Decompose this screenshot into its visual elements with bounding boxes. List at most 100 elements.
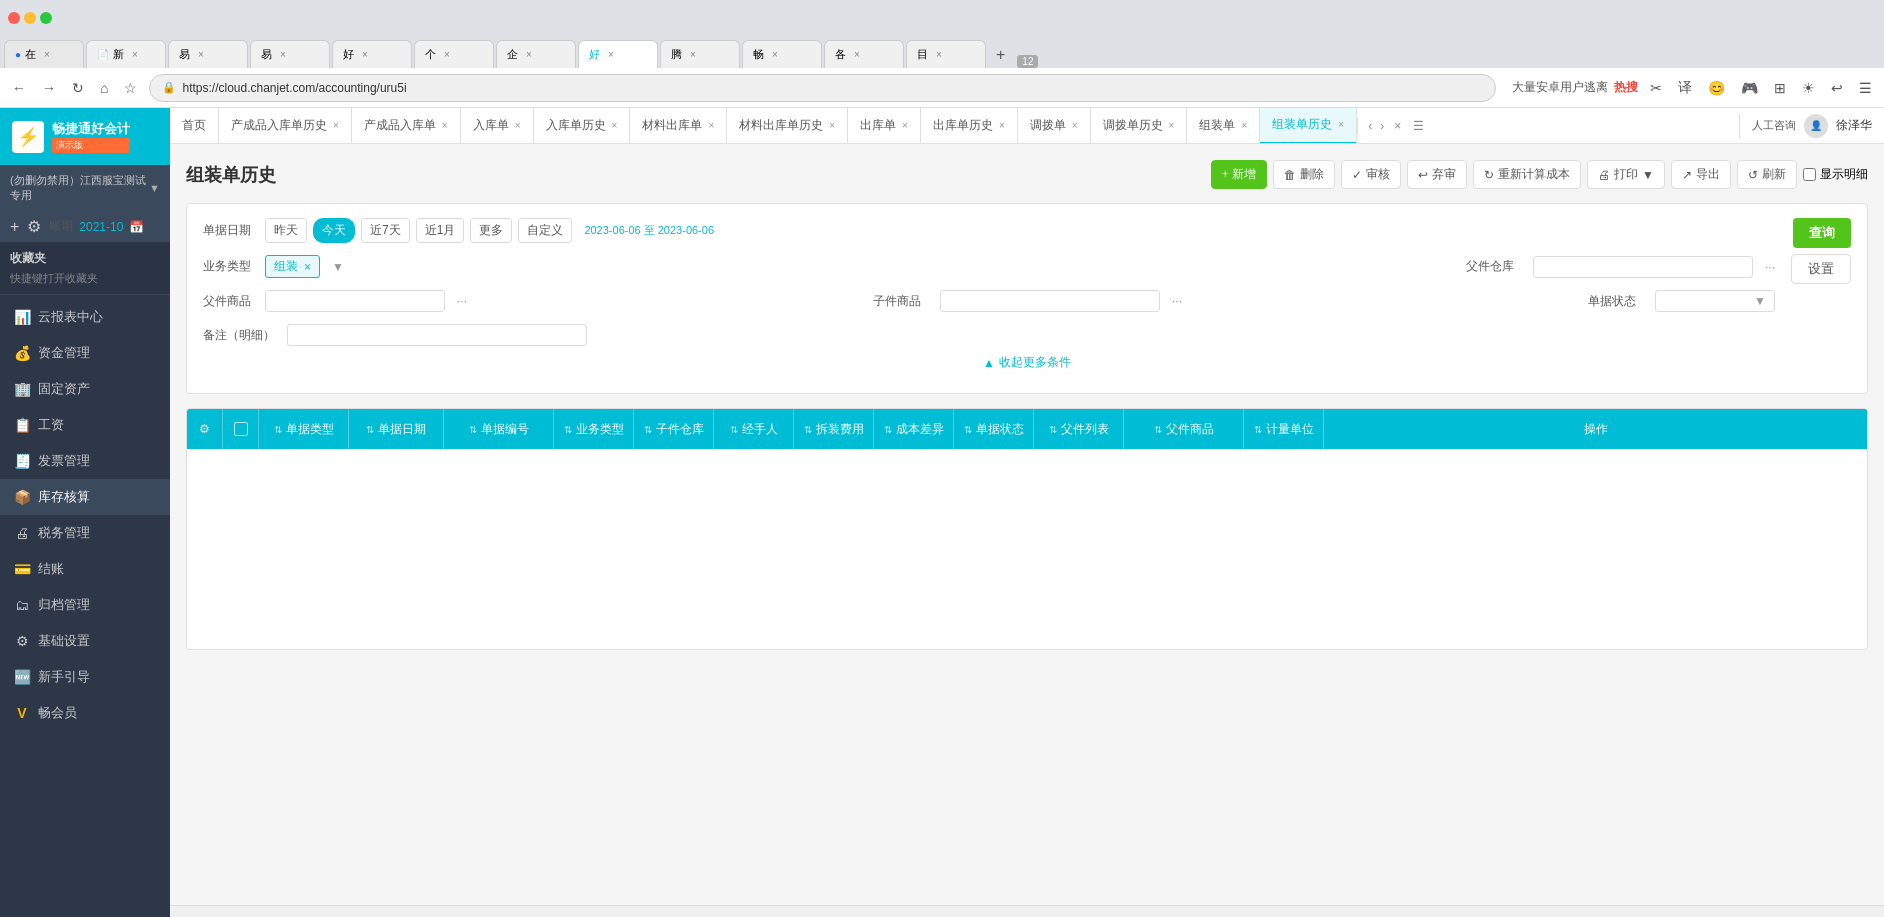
gear-settings-btn[interactable]: ⚙ xyxy=(27,217,41,236)
page-tab-produce-in-close[interactable]: × xyxy=(442,120,448,131)
sidebar-item-invoice[interactable]: 🧾 发票管理 xyxy=(0,443,170,479)
browser-tab-4[interactable]: 易 × xyxy=(250,40,330,68)
child-goods-input[interactable] xyxy=(940,290,1160,312)
page-tab-produce-in[interactable]: 产成品入库单 × xyxy=(352,108,461,144)
page-tab-transfer[interactable]: 调拨单 × xyxy=(1018,108,1091,144)
cut-button[interactable]: ✂ xyxy=(1646,76,1666,100)
page-tab-material-out-close[interactable]: × xyxy=(708,120,714,131)
th-disassemble-fee[interactable]: ⇅ 拆装费用 xyxy=(794,409,874,449)
th-biz-type[interactable]: ⇅ 业务类型 xyxy=(554,409,634,449)
page-tab-inbound-history-close[interactable]: × xyxy=(612,120,618,131)
refresh-button[interactable]: ↻ xyxy=(68,76,88,100)
parent-warehouse-input[interactable] xyxy=(1533,256,1753,278)
new-tab-button[interactable]: + xyxy=(988,42,1013,68)
parent-warehouse-more-icon[interactable]: ··· xyxy=(1765,260,1775,274)
browser-tab-active[interactable]: 好 × xyxy=(578,40,658,68)
browser-tab-5[interactable]: 好 × xyxy=(332,40,412,68)
sidebar-item-guide[interactable]: 🆕 新手引导 xyxy=(0,659,170,695)
refresh-button[interactable]: ↺ 刷新 xyxy=(1737,160,1797,189)
header-checkbox[interactable] xyxy=(234,422,248,436)
page-tab-material-out-history[interactable]: 材料出库单历史 × xyxy=(727,108,848,144)
settings-button[interactable]: 设置 xyxy=(1791,254,1851,284)
browser-tab-1[interactable]: ● 在 × xyxy=(4,40,84,68)
sidebar-item-fund[interactable]: 💰 资金管理 xyxy=(0,335,170,371)
sidebar-item-member[interactable]: V 畅会员 xyxy=(0,695,170,731)
page-tab-inbound[interactable]: 入库单 × xyxy=(461,108,534,144)
service-label[interactable]: 人工咨询 xyxy=(1752,118,1796,133)
th-bill-type[interactable]: ⇅ 单据类型 xyxy=(259,409,349,449)
sidebar-item-cloud-report[interactable]: 📊 云报表中心 xyxy=(0,299,170,335)
sidebar-item-inventory[interactable]: 📦 库存核算 xyxy=(0,479,170,515)
page-tab-outbound-history[interactable]: 出库单历史 × xyxy=(921,108,1018,144)
th-parent-list[interactable]: ⇅ 父件列表 xyxy=(1034,409,1124,449)
th-bill-status[interactable]: ⇅ 单据状态 xyxy=(954,409,1034,449)
parent-goods-input[interactable] xyxy=(265,290,445,312)
browser-tab-6[interactable]: 个 × xyxy=(414,40,494,68)
grid-button[interactable]: ⊞ xyxy=(1770,76,1790,100)
sidebar-item-checkout[interactable]: 💳 结账 xyxy=(0,551,170,587)
page-tab-outbound-close[interactable]: × xyxy=(902,120,908,131)
page-tab-assembly-history-close[interactable]: × xyxy=(1338,119,1344,130)
company-selector[interactable]: (勿删勿禁用）江西服宝测试专用 ▼ xyxy=(0,165,170,211)
th-parent-goods[interactable]: ⇅ 父件商品 xyxy=(1124,409,1244,449)
page-tab-material-out-history-close[interactable]: × xyxy=(829,120,835,131)
translate-button[interactable]: 译 xyxy=(1674,75,1696,101)
tabs-next-button[interactable]: › xyxy=(1376,117,1388,135)
home-button[interactable]: ⌂ xyxy=(96,76,112,100)
bill-status-dropdown[interactable]: ▼ xyxy=(1655,290,1775,312)
menu-button[interactable]: ☰ xyxy=(1855,76,1876,100)
sidebar-item-salary[interactable]: 📋 工资 xyxy=(0,407,170,443)
page-tab-produce-in-history[interactable]: 产成品入库单历史 × xyxy=(219,108,352,144)
page-tab-transfer-close[interactable]: × xyxy=(1072,120,1078,131)
th-handler[interactable]: ⇅ 经手人 xyxy=(714,409,794,449)
back-button[interactable]: ← xyxy=(8,76,30,100)
date-yesterday[interactable]: 昨天 xyxy=(265,218,307,243)
bookmark-button[interactable]: ☆ xyxy=(120,76,141,100)
th-bill-num[interactable]: ⇅ 单据编号 xyxy=(444,409,554,449)
page-tab-transfer-history-close[interactable]: × xyxy=(1169,120,1175,131)
tabs-close-all-button[interactable]: × xyxy=(1388,117,1407,135)
date-7days[interactable]: 近7天 xyxy=(361,218,410,243)
th-settings[interactable]: ⚙ xyxy=(187,409,223,449)
th-bill-date[interactable]: ⇅ 单据日期 xyxy=(349,409,444,449)
page-tab-home[interactable]: 首页 xyxy=(170,108,219,144)
page-tab-outbound[interactable]: 出库单 × xyxy=(848,108,921,144)
undo-button[interactable]: ↩ xyxy=(1827,76,1847,100)
biz-type-tag-close[interactable]: × xyxy=(304,260,311,274)
browser-tab-12[interactable]: 目 × xyxy=(906,40,986,68)
horizontal-scrollbar[interactable] xyxy=(170,905,1884,917)
th-unit[interactable]: ⇅ 计量单位 xyxy=(1244,409,1324,449)
page-tab-inbound-close[interactable]: × xyxy=(515,120,521,131)
add-button[interactable]: + 新增 xyxy=(1211,160,1267,189)
sidebar-item-archive[interactable]: 🗂 归档管理 xyxy=(0,587,170,623)
page-tab-inbound-history[interactable]: 入库单历史 × xyxy=(534,108,631,144)
browser-tab-10[interactable]: 畅 × xyxy=(742,40,822,68)
sun-button[interactable]: ☀ xyxy=(1798,76,1819,100)
page-tab-assembly[interactable]: 组装单 × xyxy=(1187,108,1260,144)
page-tab-assembly-history[interactable]: 组装单历史 × xyxy=(1260,108,1357,144)
query-button[interactable]: 查询 xyxy=(1793,218,1851,248)
date-1month[interactable]: 近1月 xyxy=(416,218,465,243)
browser-tab-7[interactable]: 企 × xyxy=(496,40,576,68)
recalculate-button[interactable]: ↻ 重新计算成本 xyxy=(1473,160,1581,189)
page-tab-produce-in-history-close[interactable]: × xyxy=(333,120,339,131)
export-button[interactable]: ↗ 导出 xyxy=(1671,160,1731,189)
page-tab-assembly-close[interactable]: × xyxy=(1241,120,1247,131)
page-tab-material-out[interactable]: 材料出库单 × xyxy=(630,108,727,144)
parent-goods-more-icon[interactable]: ··· xyxy=(457,294,467,308)
abandon-button[interactable]: ↩ 弃审 xyxy=(1407,160,1467,189)
tabs-prev-button[interactable]: ‹ xyxy=(1364,117,1376,135)
collapse-conditions-button[interactable]: ▲ 收起更多条件 xyxy=(203,354,1851,371)
add-settings-btn[interactable]: + xyxy=(10,218,19,236)
print-button[interactable]: 🖨 打印 ▼ xyxy=(1587,160,1665,189)
note-input[interactable] xyxy=(287,324,587,346)
date-today[interactable]: 今天 xyxy=(313,218,355,243)
th-checkbox[interactable] xyxy=(223,409,259,449)
page-tab-outbound-history-close[interactable]: × xyxy=(999,120,1005,131)
audit-button[interactable]: ✓ 审核 xyxy=(1341,160,1401,189)
th-child-warehouse[interactable]: ⇅ 子件仓库 xyxy=(634,409,714,449)
browser-tab-3[interactable]: 易 × xyxy=(168,40,248,68)
biz-type-dropdown-icon[interactable]: ▼ xyxy=(332,260,344,274)
sidebar-item-tax[interactable]: 🖨 税务管理 xyxy=(0,515,170,551)
emoji-button[interactable]: 😊 xyxy=(1704,76,1729,100)
